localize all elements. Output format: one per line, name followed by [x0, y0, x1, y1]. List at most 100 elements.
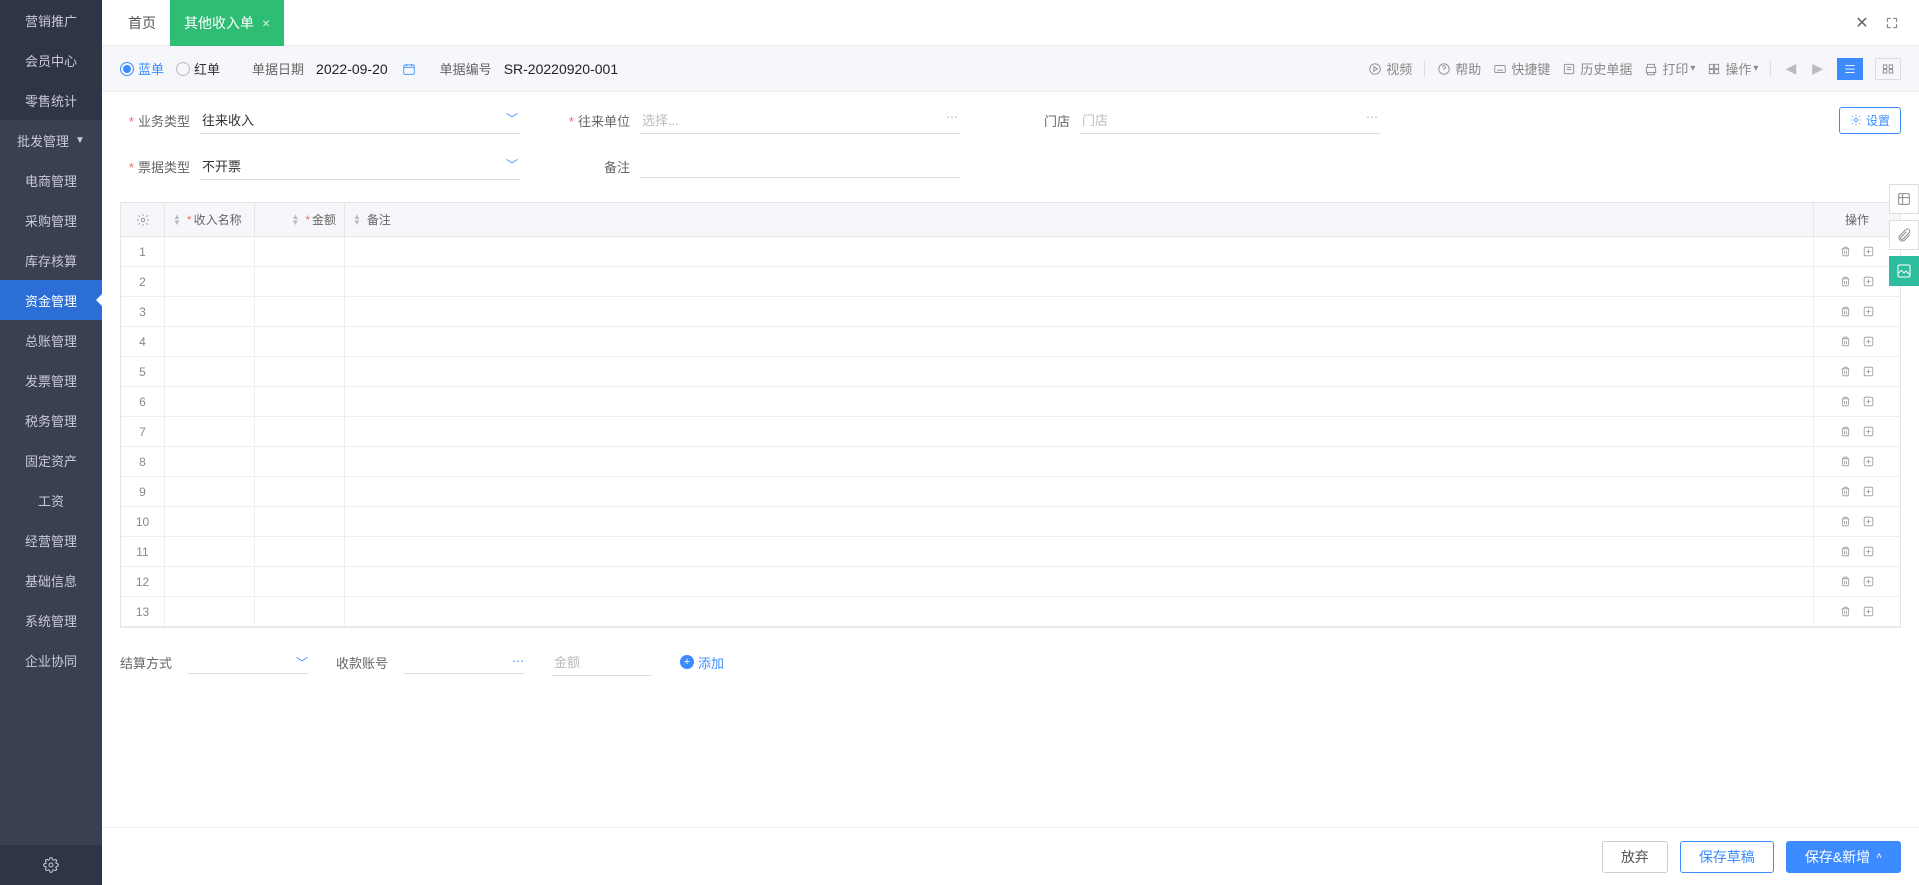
- add-icon[interactable]: [1862, 485, 1875, 498]
- add-icon[interactable]: [1862, 455, 1875, 468]
- history-button[interactable]: 历史单据: [1562, 59, 1632, 78]
- sidebar-item-14[interactable]: 基础信息: [0, 560, 102, 600]
- tab-home[interactable]: 首页: [114, 0, 170, 46]
- table-row[interactable]: 13: [121, 597, 1900, 627]
- invoice-type-select[interactable]: 不开票﹀: [200, 152, 520, 180]
- sidebar-item-15[interactable]: 系统管理: [0, 600, 102, 640]
- view-card[interactable]: [1875, 58, 1901, 80]
- cell-amount[interactable]: [255, 477, 345, 506]
- table-row[interactable]: 2: [121, 267, 1900, 297]
- radio-red[interactable]: 红单: [176, 59, 220, 78]
- delete-icon[interactable]: [1839, 515, 1852, 528]
- add-icon[interactable]: [1862, 335, 1875, 348]
- table-row[interactable]: 3: [121, 297, 1900, 327]
- video-button[interactable]: 视频: [1368, 59, 1412, 78]
- shortcut-button[interactable]: 快捷键: [1493, 59, 1550, 78]
- add-icon[interactable]: [1862, 305, 1875, 318]
- sidetool-attachment[interactable]: [1889, 220, 1919, 250]
- cell-remark[interactable]: [345, 297, 1814, 326]
- partner-select[interactable]: 选择...⋯: [640, 106, 960, 134]
- table-row[interactable]: 10: [121, 507, 1900, 537]
- cell-remark[interactable]: [345, 417, 1814, 446]
- delete-icon[interactable]: [1839, 605, 1852, 618]
- table-row[interactable]: 12: [121, 567, 1900, 597]
- cell-remark[interactable]: [345, 327, 1814, 356]
- cell-remark[interactable]: [345, 597, 1814, 626]
- add-icon[interactable]: [1862, 245, 1875, 258]
- header-config[interactable]: [121, 203, 165, 236]
- add-icon[interactable]: [1862, 365, 1875, 378]
- cell-income-name[interactable]: [165, 447, 255, 476]
- table-row[interactable]: 1: [121, 237, 1900, 267]
- next-button[interactable]: ▶: [1810, 60, 1825, 77]
- sidebar-item-3[interactable]: 批发管理▼: [0, 120, 102, 160]
- cell-remark[interactable]: [345, 387, 1814, 416]
- sidebar-item-12[interactable]: 工资: [0, 480, 102, 520]
- delete-icon[interactable]: [1839, 275, 1852, 288]
- add-button[interactable]: +添加: [680, 653, 724, 672]
- add-icon[interactable]: [1862, 575, 1875, 588]
- cell-remark[interactable]: [345, 537, 1814, 566]
- radio-blue[interactable]: 蓝单: [120, 59, 164, 78]
- cell-income-name[interactable]: [165, 597, 255, 626]
- cell-remark[interactable]: [345, 477, 1814, 506]
- delete-icon[interactable]: [1839, 335, 1852, 348]
- help-button[interactable]: 帮助: [1437, 59, 1481, 78]
- date-value[interactable]: 2022-09-20: [316, 61, 388, 77]
- cell-amount[interactable]: [255, 237, 345, 266]
- cell-remark[interactable]: [345, 447, 1814, 476]
- table-row[interactable]: 4: [121, 327, 1900, 357]
- delete-icon[interactable]: [1839, 305, 1852, 318]
- sidebar-item-1[interactable]: 会员中心: [0, 40, 102, 80]
- delete-icon[interactable]: [1839, 365, 1852, 378]
- close-icon[interactable]: ×: [262, 15, 270, 31]
- add-icon[interactable]: [1862, 515, 1875, 528]
- header-remark[interactable]: ▲▼备注: [345, 203, 1814, 236]
- save-new-button[interactable]: 保存&新增˄: [1786, 841, 1901, 873]
- sidebar-settings[interactable]: [0, 845, 102, 885]
- fullscreen-button[interactable]: [1877, 8, 1907, 38]
- cell-amount[interactable]: [255, 267, 345, 296]
- cell-amount[interactable]: [255, 297, 345, 326]
- delete-icon[interactable]: [1839, 575, 1852, 588]
- cell-income-name[interactable]: [165, 237, 255, 266]
- cell-income-name[interactable]: [165, 357, 255, 386]
- add-icon[interactable]: [1862, 275, 1875, 288]
- cell-income-name[interactable]: [165, 417, 255, 446]
- table-row[interactable]: 11: [121, 537, 1900, 567]
- cell-amount[interactable]: [255, 447, 345, 476]
- save-draft-button[interactable]: 保存草稿: [1680, 841, 1774, 873]
- sidebar-item-7[interactable]: 资金管理: [0, 280, 102, 320]
- tab-other-income[interactable]: 其他收入单 ×: [170, 0, 284, 46]
- cell-income-name[interactable]: [165, 537, 255, 566]
- cell-income-name[interactable]: [165, 567, 255, 596]
- delete-icon[interactable]: [1839, 425, 1852, 438]
- cell-amount[interactable]: [255, 567, 345, 596]
- delete-icon[interactable]: [1839, 395, 1852, 408]
- settle-account-select[interactable]: ⋯: [404, 650, 524, 674]
- add-icon[interactable]: [1862, 605, 1875, 618]
- delete-icon[interactable]: [1839, 485, 1852, 498]
- cell-amount[interactable]: [255, 507, 345, 536]
- settle-amount-input[interactable]: 金额: [552, 648, 652, 676]
- header-amount[interactable]: ▲▼*金额: [255, 203, 345, 236]
- delete-icon[interactable]: [1839, 245, 1852, 258]
- store-select[interactable]: 门店⋯: [1080, 106, 1380, 134]
- cell-amount[interactable]: [255, 597, 345, 626]
- sidebar-item-5[interactable]: 采购管理: [0, 200, 102, 240]
- sidebar-item-2[interactable]: 零售统计: [0, 80, 102, 120]
- remark-input[interactable]: [640, 154, 960, 178]
- ops-button[interactable]: 操作▾: [1707, 59, 1758, 78]
- add-icon[interactable]: [1862, 395, 1875, 408]
- print-button[interactable]: 打印▾: [1644, 59, 1695, 78]
- delete-icon[interactable]: [1839, 455, 1852, 468]
- sidebar-item-10[interactable]: 税务管理: [0, 400, 102, 440]
- sidebar-item-8[interactable]: 总账管理: [0, 320, 102, 360]
- cell-remark[interactable]: [345, 567, 1814, 596]
- table-row[interactable]: 6: [121, 387, 1900, 417]
- table-row[interactable]: 5: [121, 357, 1900, 387]
- view-list[interactable]: [1837, 58, 1863, 80]
- cell-income-name[interactable]: [165, 267, 255, 296]
- sidetool-grid[interactable]: [1889, 184, 1919, 214]
- discard-button[interactable]: 放弃: [1602, 841, 1668, 873]
